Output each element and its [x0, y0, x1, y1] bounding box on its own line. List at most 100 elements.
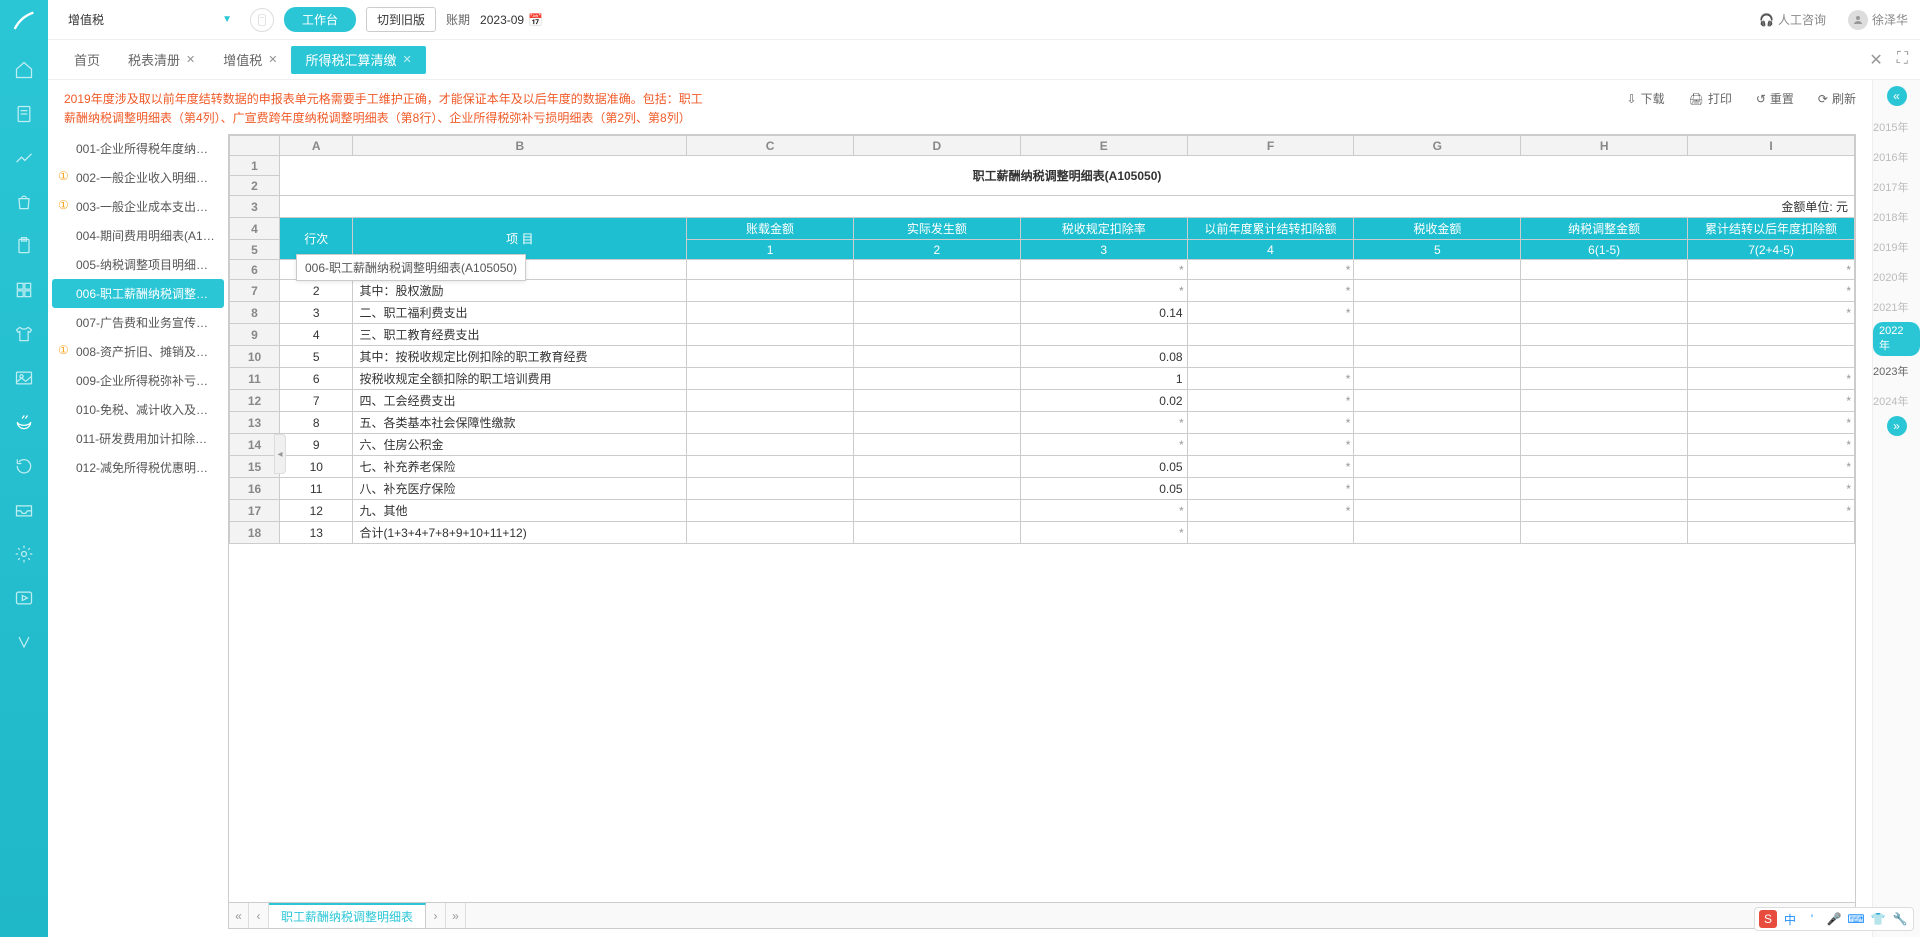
ime-tool-icon[interactable]: 🔧	[1891, 910, 1909, 928]
table-cell[interactable]	[687, 260, 854, 280]
year-2020年[interactable]: 2020年	[1873, 262, 1920, 292]
table-cell[interactable]: *	[1020, 500, 1187, 522]
col-header[interactable]: F	[1187, 136, 1354, 156]
table-cell[interactable]: *	[1187, 500, 1354, 522]
table-cell[interactable]: *	[1020, 412, 1187, 434]
workbench-button[interactable]: 工作台	[284, 7, 356, 32]
refresh-button[interactable]: ⟳刷新	[1818, 90, 1856, 107]
table-cell[interactable]: 八、补充医疗保险	[353, 478, 687, 500]
table-cell[interactable]: *	[1688, 280, 1855, 302]
table-cell[interactable]: 0.14	[1020, 302, 1187, 324]
table-cell[interactable]	[687, 522, 854, 544]
col-header[interactable]: H	[1521, 136, 1688, 156]
table-cell[interactable]: *	[1187, 434, 1354, 456]
table-cell[interactable]: *	[1688, 302, 1855, 324]
table-cell[interactable]: *	[1187, 478, 1354, 500]
table-cell[interactable]	[1521, 434, 1688, 456]
table-cell[interactable]	[853, 522, 1020, 544]
col-header[interactable]: B	[353, 136, 687, 156]
table-cell[interactable]: 七、补充养老保险	[353, 456, 687, 478]
table-cell[interactable]: 三、职工教育经费支出	[353, 324, 687, 346]
table-cell[interactable]: *	[1187, 456, 1354, 478]
table-cell[interactable]: 其中：股权激励	[353, 280, 687, 302]
period-picker[interactable]: 2023-09 📅	[480, 13, 543, 27]
nav-bowl-icon[interactable]	[14, 412, 34, 432]
consult-button[interactable]: 🎧 人工咨询	[1759, 11, 1826, 28]
nav-home-icon[interactable]	[14, 60, 34, 80]
form-list-item[interactable]: 008-资产折旧、摊销及纳税...	[52, 337, 224, 366]
form-list-item[interactable]: 012-减免所得税优惠明细表(...	[52, 453, 224, 482]
table-cell[interactable]: *	[1187, 260, 1354, 280]
ime-zhong-icon[interactable]: 中	[1781, 910, 1799, 928]
table-cell[interactable]: 九、其他	[353, 500, 687, 522]
table-cell[interactable]	[853, 456, 1020, 478]
download-button[interactable]: ⇩下载	[1627, 90, 1665, 107]
table-cell[interactable]	[687, 324, 854, 346]
table-cell[interactable]	[853, 478, 1020, 500]
nav-chart-icon[interactable]	[14, 148, 34, 168]
table-cell[interactable]	[1354, 390, 1521, 412]
table-cell[interactable]	[1354, 324, 1521, 346]
year-2018年[interactable]: 2018年	[1873, 202, 1920, 232]
table-cell[interactable]: 2	[280, 280, 353, 302]
table-cell[interactable]: 1	[1020, 368, 1187, 390]
table-cell[interactable]: 4	[280, 324, 353, 346]
table-cell[interactable]: 6	[280, 368, 353, 390]
table-cell[interactable]	[687, 500, 854, 522]
table-cell[interactable]	[1354, 434, 1521, 456]
table-cell[interactable]	[1688, 324, 1855, 346]
table-cell[interactable]: *	[1020, 280, 1187, 302]
table-cell[interactable]	[1521, 390, 1688, 412]
table-cell[interactable]: 3	[280, 302, 353, 324]
table-cell[interactable]: 12	[280, 500, 353, 522]
form-list-item[interactable]: 006-职工薪酬纳税调整明细...	[52, 279, 224, 308]
table-cell[interactable]	[1354, 412, 1521, 434]
year-2022年[interactable]: 2022年	[1873, 322, 1920, 356]
table-cell[interactable]: 二、职工福利费支出	[353, 302, 687, 324]
table-cell[interactable]: 8	[280, 412, 353, 434]
table-cell[interactable]	[1354, 302, 1521, 324]
form-list-item[interactable]: 007-广告费和业务宣传费跨...	[52, 308, 224, 337]
nav-gear-icon[interactable]	[14, 544, 34, 564]
table-cell[interactable]: 五、各类基本社会保障性缴款	[353, 412, 687, 434]
table-cell[interactable]	[687, 368, 854, 390]
tab-增值税[interactable]: 增值税✕	[209, 46, 291, 74]
table-cell[interactable]	[853, 390, 1020, 412]
form-list-item[interactable]: 001-企业所得税年度纳税申...	[52, 134, 224, 163]
table-cell[interactable]: *	[1187, 280, 1354, 302]
tab-所得税汇算清缴[interactable]: 所得税汇算清缴✕	[291, 46, 425, 74]
form-list-item[interactable]: 005-纳税调整项目明细表(A1...	[52, 250, 224, 279]
col-header[interactable]: C	[687, 136, 854, 156]
table-cell[interactable]	[1521, 324, 1688, 346]
sheet-nav-last[interactable]: »	[446, 903, 466, 928]
table-cell[interactable]: 10	[280, 456, 353, 478]
table-cell[interactable]: *	[1688, 260, 1855, 280]
table-cell[interactable]: *	[1187, 390, 1354, 412]
table-cell[interactable]: *	[1187, 412, 1354, 434]
col-header[interactable]: D	[853, 136, 1020, 156]
table-cell[interactable]	[1521, 522, 1688, 544]
year-2024年[interactable]: 2024年	[1873, 386, 1920, 416]
table-cell[interactable]	[1521, 412, 1688, 434]
table-cell[interactable]	[1521, 478, 1688, 500]
table-cell[interactable]	[853, 368, 1020, 390]
table-cell[interactable]	[687, 390, 854, 412]
table-cell[interactable]	[1354, 478, 1521, 500]
table-cell[interactable]: *	[1187, 368, 1354, 390]
year-2015年[interactable]: 2015年	[1873, 112, 1920, 142]
table-cell[interactable]: 0.08	[1020, 346, 1187, 368]
user-menu[interactable]: 徐泽华	[1848, 10, 1908, 30]
year-2017年[interactable]: 2017年	[1873, 172, 1920, 202]
close-icon[interactable]: ✕	[186, 53, 195, 66]
ime-skin-icon[interactable]: 👕	[1869, 910, 1887, 928]
nav-refresh-icon[interactable]	[14, 456, 34, 476]
table-cell[interactable]	[1020, 324, 1187, 346]
table-cell[interactable]	[1187, 324, 1354, 346]
table-cell[interactable]: *	[1688, 456, 1855, 478]
table-cell[interactable]	[687, 346, 854, 368]
table-cell[interactable]	[1521, 280, 1688, 302]
table-cell[interactable]: *	[1688, 412, 1855, 434]
table-cell[interactable]	[853, 346, 1020, 368]
nav-play-icon[interactable]	[14, 588, 34, 608]
table-cell[interactable]	[1354, 522, 1521, 544]
